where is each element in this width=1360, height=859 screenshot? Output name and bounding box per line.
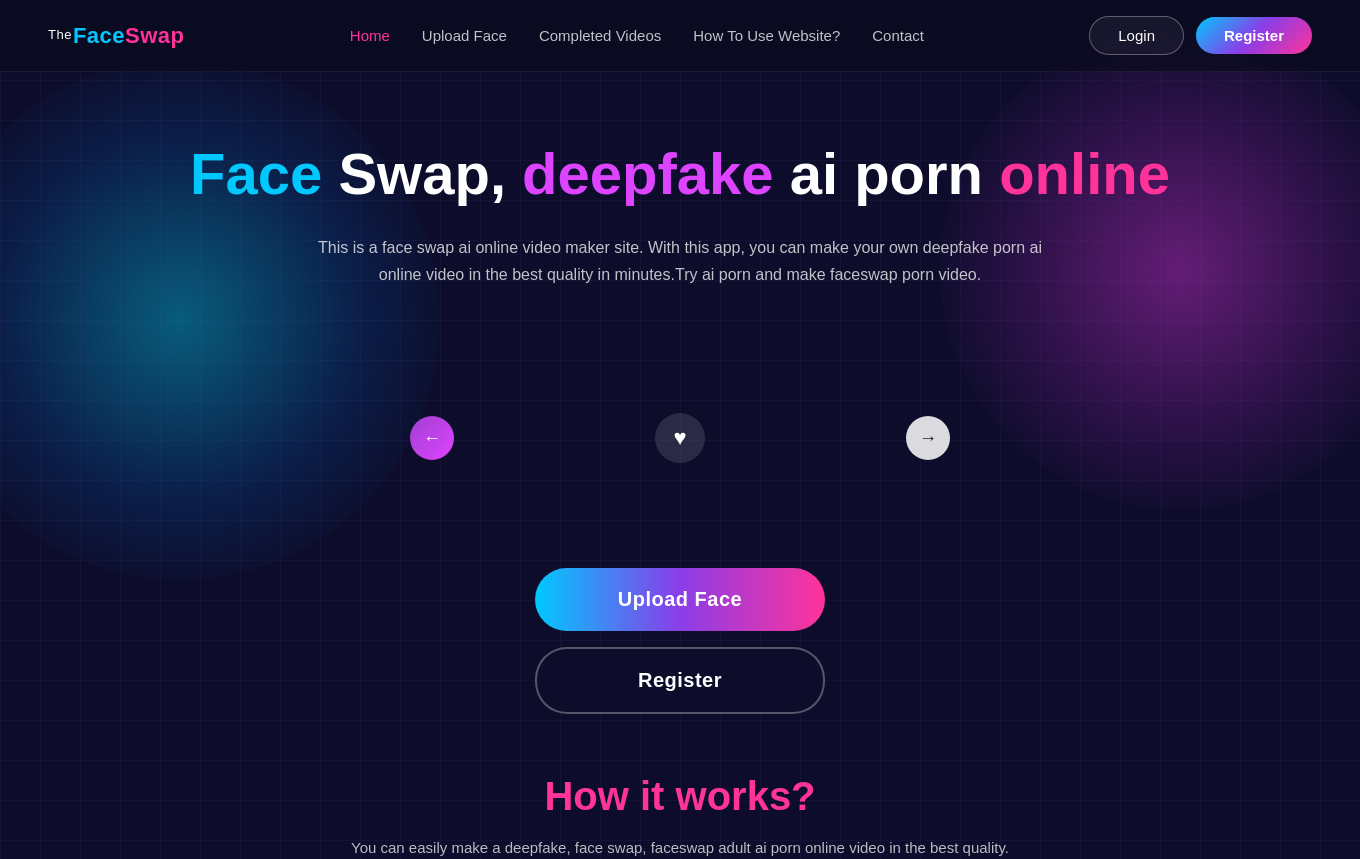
login-button[interactable]: Login (1089, 16, 1184, 55)
register-button[interactable]: Register (1196, 17, 1312, 54)
hero-section: Face Swap, deepfake ai porn online This … (0, 72, 1360, 538)
nav-link-upload[interactable]: Upload Face (422, 27, 507, 44)
nav-item-completed[interactable]: Completed Videos (539, 27, 661, 45)
carousel-center-indicator: ♥ (655, 413, 705, 463)
logo-swap: Swap (125, 23, 184, 49)
heart-icon: ♥ (673, 425, 686, 451)
nav-links: Home Upload Face Completed Videos How To… (350, 27, 924, 45)
nav-link-contact[interactable]: Contact (872, 27, 924, 44)
logo-the: The (48, 27, 72, 42)
navbar: The Face Swap Home Upload Face Completed… (0, 0, 1360, 72)
carousel-prev-button[interactable]: ← (410, 416, 454, 460)
nav-item-how-to[interactable]: How To Use Website? (693, 27, 840, 45)
how-it-works-text: You can easily make a deepfake, face swa… (270, 835, 1090, 859)
logo-face: Face (73, 23, 125, 49)
hero-subtitle: This is a face swap ai online video make… (310, 234, 1050, 288)
hero-title-ai: ai porn (790, 141, 999, 206)
nav-item-upload[interactable]: Upload Face (422, 27, 507, 45)
register-cta-button[interactable]: Register (535, 647, 825, 714)
hero-title-online: online (999, 141, 1170, 206)
carousel-next-icon: → (919, 428, 937, 449)
nav-link-home[interactable]: Home (350, 27, 390, 44)
nav-item-contact[interactable]: Contact (872, 27, 924, 45)
hero-title-face: Face (190, 141, 338, 206)
logo[interactable]: The Face Swap (48, 23, 185, 49)
nav-link-how-to[interactable]: How To Use Website? (693, 27, 840, 44)
how-it-works-section: How it works? You can easily make a deep… (0, 754, 1360, 859)
upload-face-button[interactable]: Upload Face (535, 568, 825, 631)
carousel-prev-icon: ← (423, 428, 441, 449)
carousel-area: ← ♥ → (80, 338, 1280, 538)
cta-area: Upload Face Register (0, 568, 1360, 754)
nav-buttons: Login Register (1089, 16, 1312, 55)
nav-link-completed[interactable]: Completed Videos (539, 27, 661, 44)
carousel-next-button[interactable]: → (906, 416, 950, 460)
hero-title-swap: Swap, (338, 141, 522, 206)
hero-title: Face Swap, deepfake ai porn online (80, 142, 1280, 206)
nav-item-home[interactable]: Home (350, 27, 390, 45)
how-it-works-title: How it works? (80, 774, 1280, 819)
hero-title-deepfake: deepfake (522, 141, 790, 206)
